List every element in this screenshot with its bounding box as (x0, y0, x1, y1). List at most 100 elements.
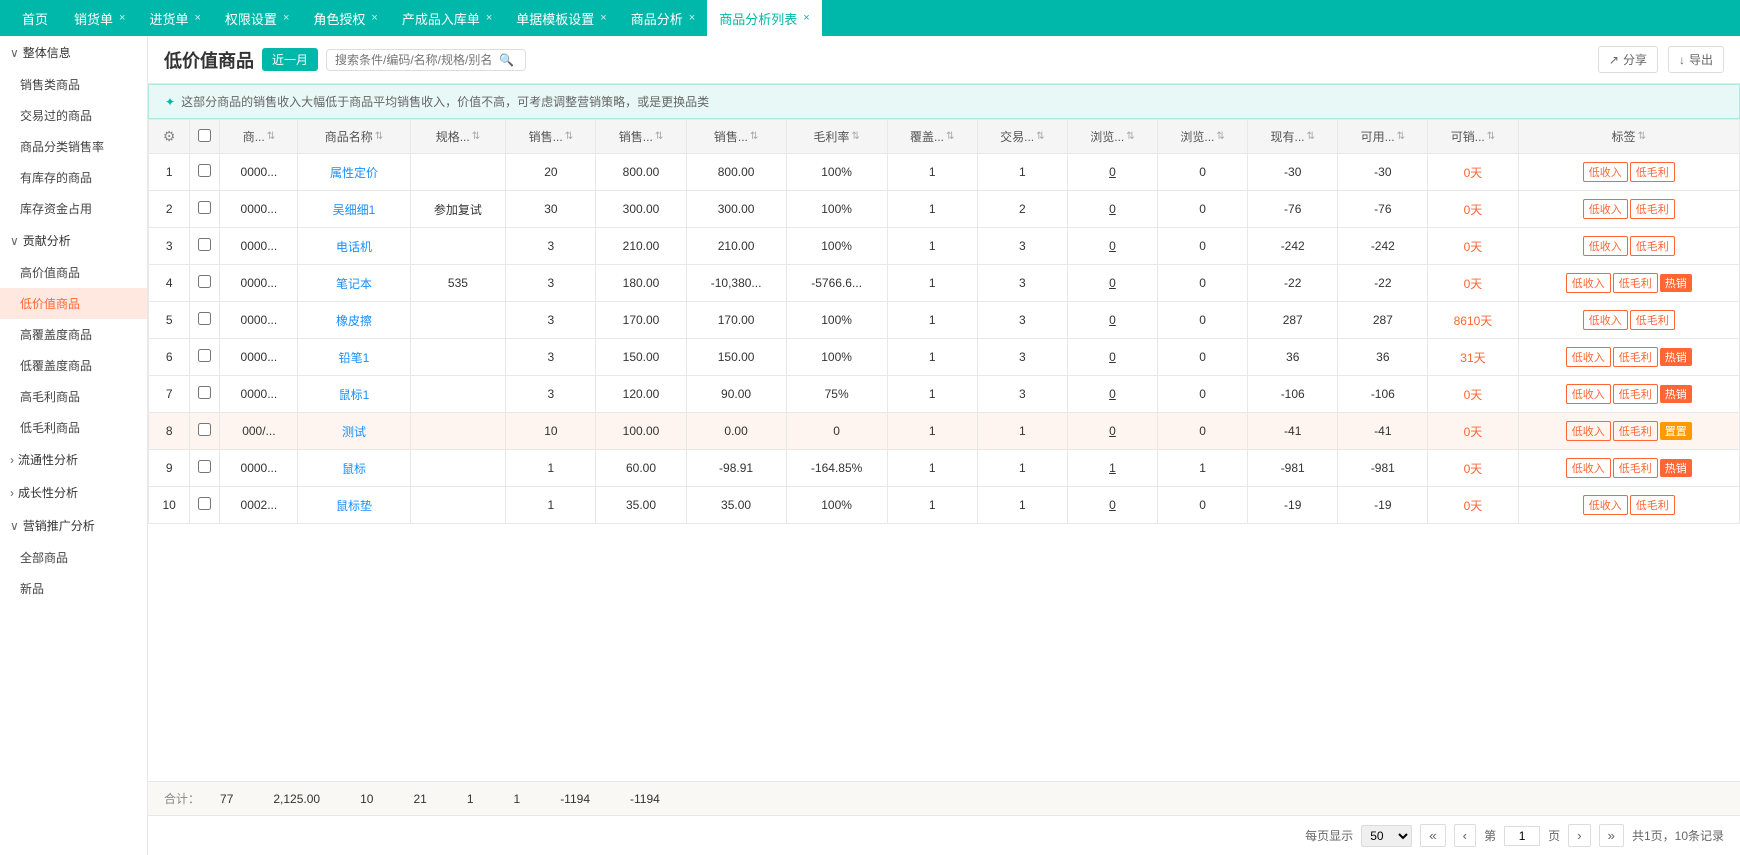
sort-available[interactable]: ⇅ (1397, 131, 1405, 142)
row-name[interactable]: 测试 (298, 413, 410, 450)
nav-tab-3[interactable]: 权限设置 × (213, 0, 301, 36)
nav-tab-4[interactable]: 角色授权 × (301, 0, 389, 36)
sidebar-item-stock-capital[interactable]: 库存资金占用 (0, 193, 147, 224)
row-checkbox[interactable] (198, 275, 211, 288)
nav-tab-6[interactable]: 单据模板设置 × (504, 0, 618, 36)
next-page-button[interactable]: › (1568, 824, 1590, 847)
browse-link[interactable]: 0 (1109, 387, 1116, 401)
sidebar-item-low-value[interactable]: 低价值商品 (0, 288, 147, 319)
close-tab-4[interactable]: × (371, 12, 377, 24)
row-name[interactable]: 吴细细1 (298, 191, 410, 228)
sidebar-item-low-coverage[interactable]: 低覆盖度商品 (0, 350, 147, 381)
time-filter-button[interactable]: 近一月 (262, 48, 318, 71)
search-icon[interactable]: 🔍 (499, 53, 514, 67)
row-name[interactable]: 笔记本 (298, 265, 410, 302)
sort-sales-amount[interactable]: ⇅ (750, 131, 758, 142)
row-checkbox[interactable] (198, 386, 211, 399)
row-name[interactable]: 鼠标垫 (298, 487, 410, 524)
page-number-input[interactable] (1504, 826, 1540, 846)
tag: 低收入 (1566, 347, 1611, 367)
nav-tab-7[interactable]: 商品分析 × (619, 0, 707, 36)
row-name[interactable]: 电话机 (298, 228, 410, 265)
nav-tab-5[interactable]: 产成品入库单 × (390, 0, 504, 36)
prev-page-button[interactable]: ‹ (1454, 824, 1476, 847)
sidebar-item-high-value[interactable]: 高价值商品 (0, 257, 147, 288)
nav-tab-2[interactable]: 进货单 × (137, 0, 212, 36)
browse-link[interactable]: 0 (1109, 239, 1116, 253)
export-button[interactable]: ↓ 导出 (1668, 46, 1724, 73)
select-all-checkbox[interactable] (198, 129, 211, 142)
sidebar-group-circulation[interactable]: › 流通性分析 (0, 443, 147, 476)
row-checkbox[interactable] (198, 164, 211, 177)
browse-link[interactable]: 0 (1109, 498, 1116, 512)
sidebar-item-category-sales-rate[interactable]: 商品分类销售率 (0, 131, 147, 162)
row-name[interactable]: 铅笔1 (298, 339, 410, 376)
sort-code[interactable]: ⇅ (267, 131, 275, 142)
first-page-button[interactable]: « (1420, 824, 1445, 847)
nav-tab-1[interactable]: 销货单 × (62, 0, 137, 36)
row-checkbox[interactable] (198, 201, 211, 214)
close-tab-2[interactable]: × (194, 12, 200, 24)
close-tab-8[interactable]: × (803, 12, 809, 24)
sort-sales-qty[interactable]: ⇅ (565, 131, 573, 142)
sidebar-group-overall[interactable]: ∨ 整体信息 (0, 36, 147, 69)
row-sellable-days: 0天 (1428, 228, 1518, 265)
sort-sellable[interactable]: ⇅ (1487, 131, 1495, 142)
browse-link[interactable]: 0 (1109, 165, 1116, 179)
sort-current-stock[interactable]: ⇅ (1307, 131, 1315, 142)
row-name[interactable]: 鼠标 (298, 450, 410, 487)
sort-tags[interactable]: ⇅ (1638, 131, 1646, 142)
sidebar-item-all-goods[interactable]: 全部商品 (0, 542, 147, 573)
sort-coverage[interactable]: ⇅ (946, 131, 954, 142)
browse-link[interactable]: 0 (1109, 202, 1116, 216)
page-end-label: 页 (1548, 827, 1560, 844)
settings-icon[interactable]: ⚙ (163, 128, 176, 144)
last-page-button[interactable]: » (1599, 824, 1624, 847)
close-tab-6[interactable]: × (600, 12, 606, 24)
nav-tab-8[interactable]: 商品分析列表 × (707, 0, 821, 36)
row-checkbox[interactable] (198, 423, 211, 436)
sort-name[interactable]: ⇅ (375, 131, 383, 142)
sidebar-item-traded-goods[interactable]: 交易过的商品 (0, 100, 147, 131)
row-checkbox[interactable] (198, 312, 211, 325)
close-tab-1[interactable]: × (119, 12, 125, 24)
browse-link[interactable]: 0 (1109, 424, 1116, 438)
sort-margin[interactable]: ⇅ (851, 131, 859, 142)
sort-spec[interactable]: ⇅ (472, 131, 480, 142)
sidebar-item-new-goods[interactable]: 新品 (0, 573, 147, 604)
row-name[interactable]: 属性定价 (298, 154, 410, 191)
browse-link[interactable]: 0 (1109, 313, 1116, 327)
nav-home[interactable]: 首页 (8, 0, 62, 36)
table-wrapper[interactable]: ⚙ 商...⇅ 商品名称⇅ 规格...⇅ 销售...⇅ 销售...⇅ 销售...… (148, 119, 1740, 781)
sidebar-group-marketing[interactable]: ∨ 营销推广分析 (0, 509, 147, 542)
row-browse2: 0 (1158, 302, 1248, 339)
browse-link[interactable]: 0 (1109, 276, 1116, 290)
row-name[interactable]: 鼠标1 (298, 376, 410, 413)
close-tab-5[interactable]: × (486, 12, 492, 24)
per-page-select[interactable]: 50 100 200 (1361, 825, 1412, 847)
close-tab-3[interactable]: × (283, 12, 289, 24)
browse-link[interactable]: 1 (1109, 461, 1116, 475)
row-checkbox[interactable] (198, 497, 211, 510)
row-checkbox[interactable] (198, 460, 211, 473)
sort-browse2[interactable]: ⇅ (1216, 131, 1224, 142)
tag: 低毛利 (1613, 421, 1658, 441)
sort-browse1[interactable]: ⇅ (1126, 131, 1134, 142)
sort-transactions[interactable]: ⇅ (1036, 131, 1044, 142)
sidebar-item-low-margin[interactable]: 低毛利商品 (0, 412, 147, 443)
sidebar-item-stock-goods[interactable]: 有库存的商品 (0, 162, 147, 193)
close-tab-7[interactable]: × (689, 12, 695, 24)
share-button[interactable]: ↗ 分享 (1598, 46, 1658, 73)
row-checkbox[interactable] (198, 349, 211, 362)
search-input[interactable] (335, 53, 495, 67)
sidebar-group-contribution[interactable]: ∨ 贡献分析 (0, 224, 147, 257)
col-settings[interactable]: ⚙ (149, 120, 190, 154)
browse-link[interactable]: 0 (1109, 350, 1116, 364)
sidebar-item-high-coverage[interactable]: 高覆盖度商品 (0, 319, 147, 350)
row-checkbox[interactable] (198, 238, 211, 251)
sidebar-item-sales-goods[interactable]: 销售类商品 (0, 69, 147, 100)
sidebar-group-growth[interactable]: › 成长性分析 (0, 476, 147, 509)
row-name[interactable]: 橡皮擦 (298, 302, 410, 339)
sort-sales-price[interactable]: ⇅ (655, 131, 663, 142)
sidebar-item-high-margin[interactable]: 高毛利商品 (0, 381, 147, 412)
